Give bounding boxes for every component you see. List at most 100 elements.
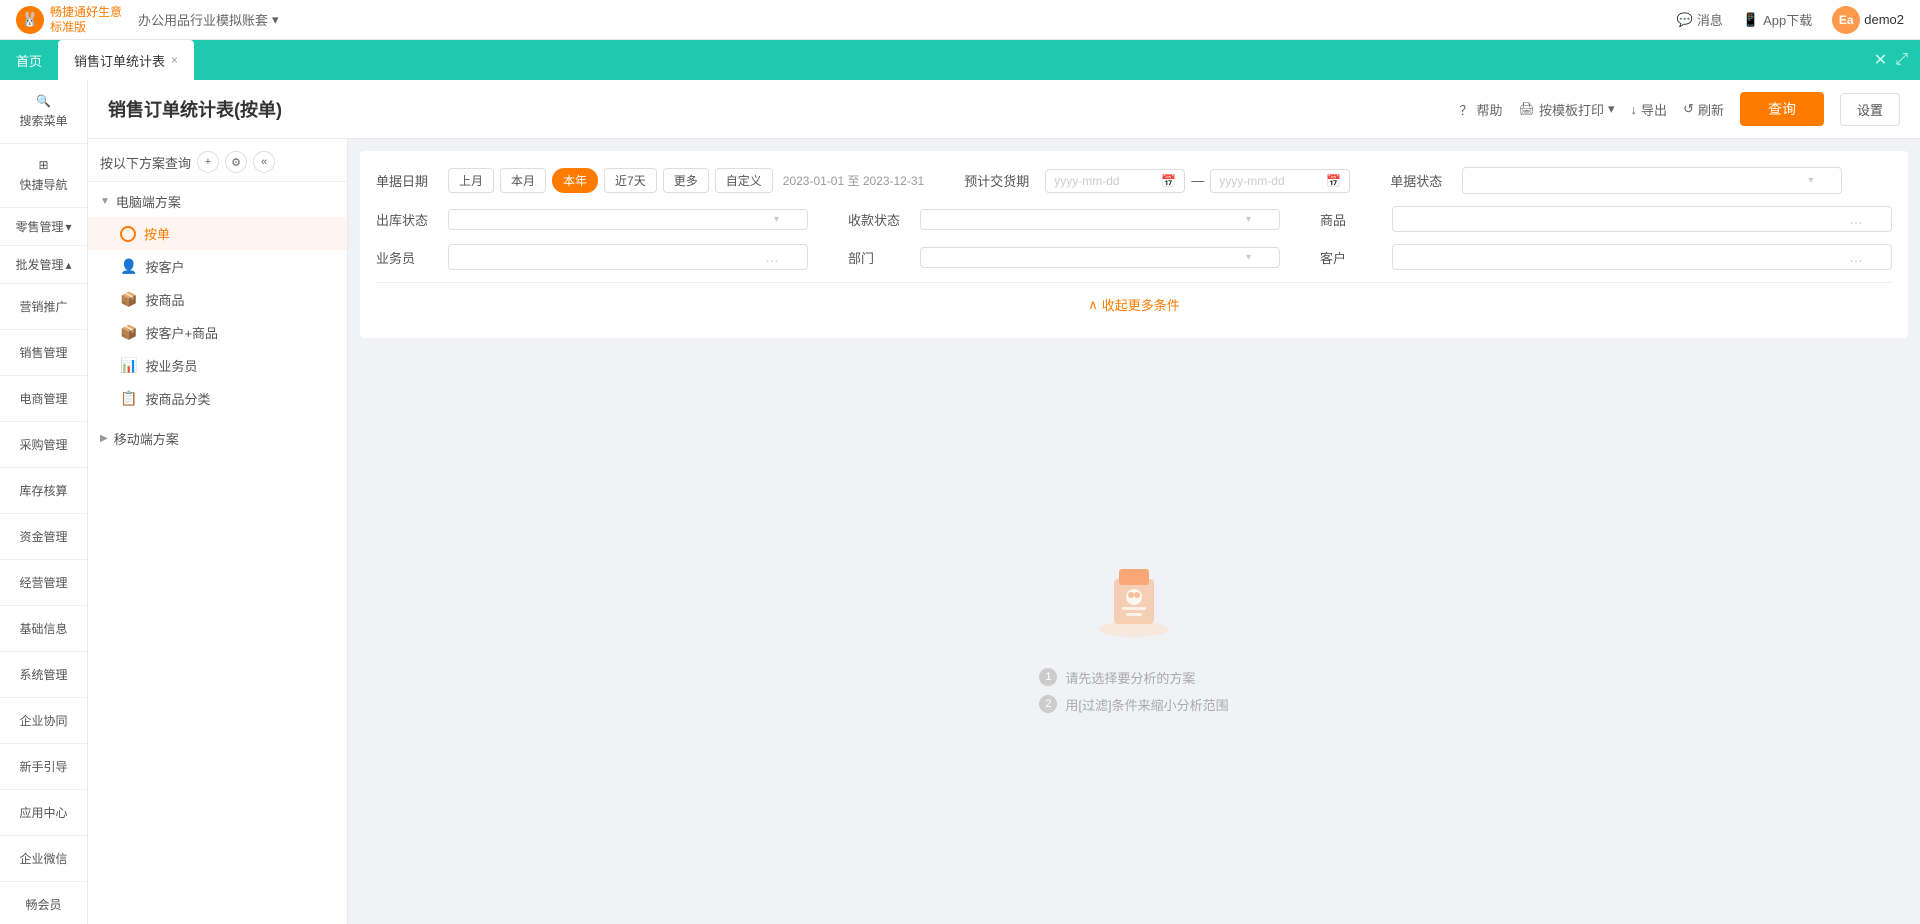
cust-prod-icon: 📦 bbox=[120, 324, 137, 341]
customer-select[interactable]: … bbox=[1392, 244, 1892, 270]
goods-label: 商品 bbox=[1320, 210, 1376, 229]
sidebar-item-operations[interactable]: 经营管理 bbox=[0, 560, 87, 606]
date-dash: — bbox=[1191, 173, 1204, 188]
query-button[interactable]: 查询 bbox=[1740, 92, 1824, 126]
sidebar-item-wholesale[interactable]: 批发管理 ▴ bbox=[0, 246, 87, 284]
chevron-right-icon: ▶ bbox=[100, 433, 108, 444]
message-icon: 💬 bbox=[1677, 12, 1693, 28]
tab-home[interactable]: 首页 bbox=[0, 40, 58, 80]
tab-sales-order-stats[interactable]: 销售订单统计表 × bbox=[58, 40, 194, 80]
salesperson-select[interactable]: … bbox=[448, 244, 808, 270]
salesperson-label: 业务员 bbox=[376, 248, 432, 267]
date-btn-this-month[interactable]: 本月 bbox=[500, 168, 546, 193]
add-plan-button[interactable]: + bbox=[197, 151, 219, 173]
chevron-down-icon: ▾ bbox=[1608, 101, 1615, 117]
payment-status-select[interactable]: ▾ bbox=[920, 209, 1280, 230]
refresh-button[interactable]: ↺ 刷新 bbox=[1683, 100, 1724, 119]
product-icon: 📦 bbox=[120, 291, 137, 308]
plan-item-by-order[interactable]: 按单 bbox=[88, 217, 347, 250]
date-btn-this-year[interactable]: 本年 bbox=[552, 168, 598, 193]
date-buttons: 上月 本月 本年 近7天 更多 自定义 2023-01-01 至 2023-12… bbox=[448, 168, 924, 193]
close-window-icon[interactable]: ✕ bbox=[1874, 50, 1887, 70]
chevron-up-icon: ▴ bbox=[65, 258, 71, 272]
collapse-panel-button[interactable]: « bbox=[253, 151, 275, 173]
main-content: 按以下方案查询 + ⚙ « ▼ 电脑端方案 按单 👤 bbox=[88, 139, 1920, 924]
wholesale-label: 批发管理 bbox=[15, 256, 63, 273]
print-button[interactable]: 🖨 按模板打印 ▾ bbox=[1518, 100, 1614, 119]
user-area[interactable]: Ea demo2 bbox=[1832, 6, 1904, 34]
customer-icon: 👤 bbox=[120, 258, 137, 275]
logo-text: 畅捷通好生意 标准版 bbox=[50, 5, 122, 34]
date-btn-last-month[interactable]: 上月 bbox=[448, 168, 494, 193]
help-icon: ？ bbox=[1459, 100, 1472, 119]
sidebar-item-vip[interactable]: 畅会员 bbox=[0, 882, 87, 924]
content-area: 销售订单统计表(按单) ？ 帮助 🖨 按模板打印 ▾ ↓ 导出 ↺ 刷新 bbox=[88, 80, 1920, 924]
grid-icon: ⊞ bbox=[38, 158, 48, 172]
page-header-actions: ？ 帮助 🖨 按模板打印 ▾ ↓ 导出 ↺ 刷新 查询 设置 bbox=[1459, 92, 1900, 138]
plan-item-by-cust-prod[interactable]: 📦 按客户+商品 bbox=[88, 316, 347, 349]
sidebar-item-sales[interactable]: 销售管理 bbox=[0, 330, 87, 376]
app-download-action[interactable]: 📱 App下载 bbox=[1743, 10, 1812, 29]
account-selector[interactable]: 办公用品行业模拟账套 ▾ bbox=[130, 6, 287, 33]
user-name: demo2 bbox=[1864, 12, 1904, 27]
department-select[interactable]: ▾ bbox=[920, 247, 1280, 268]
empty-tip-1: 1 请先选择要分析的方案 bbox=[1039, 668, 1228, 687]
export-button[interactable]: ↓ 导出 bbox=[1631, 100, 1668, 119]
bill-status-label: 单据状态 bbox=[1390, 171, 1446, 190]
date-btn-more[interactable]: 更多 bbox=[663, 168, 709, 193]
mobile-plan-group-header[interactable]: ▶ 移动端方案 bbox=[88, 423, 347, 454]
sidebar-item-basic[interactable]: 基础信息 bbox=[0, 606, 87, 652]
desktop-plan-group-header[interactable]: ▼ 电脑端方案 bbox=[88, 186, 347, 217]
empty-tips: 1 请先选择要分析的方案 2 用[过滤]条件来缩小分析范围 bbox=[1039, 668, 1228, 714]
plan-item-by-product[interactable]: 📦 按商品 bbox=[88, 283, 347, 316]
sidebar-item-purchase[interactable]: 采购管理 bbox=[0, 422, 87, 468]
sidebar-item-ecommerce[interactable]: 电商管理 bbox=[0, 376, 87, 422]
sidebar-item-appcenter[interactable]: 应用中心 bbox=[0, 790, 87, 836]
export-icon: ↓ bbox=[1631, 102, 1638, 117]
message-action[interactable]: 💬 消息 bbox=[1677, 10, 1723, 29]
bill-status-select[interactable]: ▾ bbox=[1462, 167, 1842, 194]
plan-item-by-salesperson[interactable]: 📊 按业务员 bbox=[88, 349, 347, 382]
help-button[interactable]: ？ 帮助 bbox=[1459, 100, 1502, 119]
retail-label: 零售管理 bbox=[15, 218, 63, 235]
customer-label: 客户 bbox=[1320, 248, 1376, 267]
sidebar-item-retail[interactable]: 零售管理 ▾ bbox=[0, 208, 87, 246]
date-btn-last-7days[interactable]: 近7天 bbox=[604, 168, 657, 193]
sidebar-item-enterprise[interactable]: 企业协同 bbox=[0, 698, 87, 744]
order-icon bbox=[120, 226, 136, 242]
left-panel-header: 按以下方案查询 + ⚙ « bbox=[88, 139, 347, 182]
select-arrow-icon: ▾ bbox=[1808, 175, 1813, 186]
settings-button[interactable]: 设置 bbox=[1840, 93, 1900, 126]
print-icon: 🖨 bbox=[1518, 101, 1535, 117]
right-panel: 单据日期 上月 本月 本年 近7天 更多 自定义 2023-01-01 至 20… bbox=[348, 139, 1920, 924]
sidebar-item-wechat[interactable]: 企业微信 bbox=[0, 836, 87, 882]
plan-settings-button[interactable]: ⚙ bbox=[225, 151, 247, 173]
sidebar-search[interactable]: 🔍 搜索菜单 bbox=[0, 80, 87, 144]
collapse-button[interactable]: ∧ 收起更多条件 bbox=[376, 287, 1892, 322]
maximize-icon[interactable]: ⤢ bbox=[1895, 51, 1908, 69]
plan-item-by-category[interactable]: 📋 按商品分类 bbox=[88, 382, 347, 415]
calendar-icon-end: 📅 bbox=[1326, 174, 1341, 188]
sidebar-quick-nav[interactable]: ⊞ 快捷导航 bbox=[0, 144, 87, 208]
date-input-group: yyyy-mm-dd 📅 — yyyy-mm-dd 📅 bbox=[1045, 169, 1350, 193]
date-start-input[interactable]: yyyy-mm-dd 📅 bbox=[1045, 169, 1185, 193]
tip-num-1: 1 bbox=[1039, 668, 1057, 686]
plan-item-by-customer[interactable]: 👤 按客户 bbox=[88, 250, 347, 283]
sidebar-item-marketing[interactable]: 营销推广 bbox=[0, 284, 87, 330]
chevron-down-icon: ▾ bbox=[65, 220, 71, 234]
goods-select[interactable]: … bbox=[1392, 206, 1892, 232]
select-arrow-icon4: ▾ bbox=[1246, 252, 1251, 263]
expected-delivery-label: 预计交货期 bbox=[964, 171, 1029, 190]
sidebar-item-system[interactable]: 系统管理 bbox=[0, 652, 87, 698]
select-arrow-icon2: ▾ bbox=[774, 214, 779, 225]
empty-state: 1 请先选择要分析的方案 2 用[过滤]条件来缩小分析范围 bbox=[348, 338, 1920, 924]
sidebar-item-newbie[interactable]: 新手引导 bbox=[0, 744, 87, 790]
sidebar-item-inventory[interactable]: 库存核算 bbox=[0, 468, 87, 514]
shipment-status-select[interactable]: ▾ bbox=[448, 209, 808, 230]
date-btn-custom[interactable]: 自定义 bbox=[715, 168, 773, 193]
tab-close-icon[interactable]: × bbox=[171, 53, 178, 67]
ellipsis-icon: … bbox=[1849, 211, 1863, 227]
sidebar-item-finance[interactable]: 资金管理 bbox=[0, 514, 87, 560]
avatar: Ea bbox=[1832, 6, 1860, 34]
date-end-input[interactable]: yyyy-mm-dd 📅 bbox=[1210, 169, 1350, 193]
